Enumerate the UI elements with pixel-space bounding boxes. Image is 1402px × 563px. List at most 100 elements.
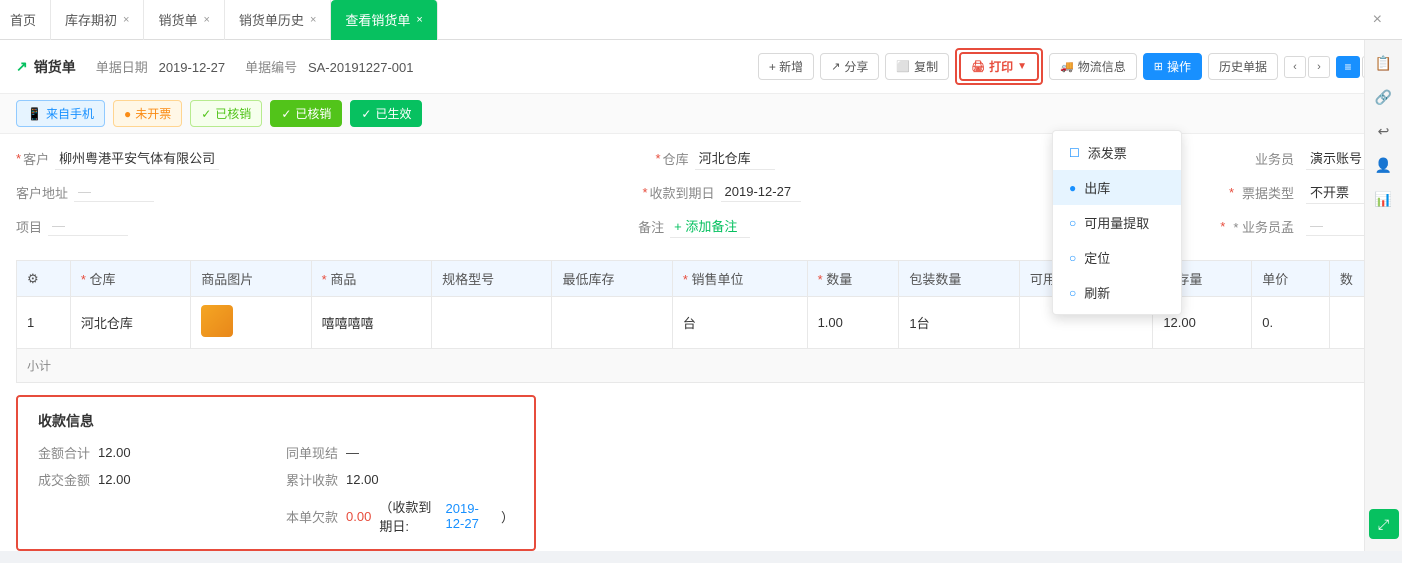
nav-arrows: ‹ ›: [1284, 56, 1330, 78]
close-tab-history[interactable]: ×: [310, 14, 316, 26]
phone-btn[interactable]: 📱 来自手机: [16, 100, 105, 127]
logistics-button[interactable]: 🚚 物流信息: [1049, 53, 1137, 80]
row-package-qty: 1台: [899, 297, 1019, 349]
product-thumbnail: [201, 305, 233, 337]
ship-out-icon: ●: [1069, 181, 1076, 195]
row-spec: [432, 297, 552, 349]
tab-view-sales[interactable]: 查看销货单 ×: [331, 0, 437, 40]
row-no: 1: [17, 297, 71, 349]
row-product: 嘻嘻嘻嘻: [311, 297, 431, 349]
col-unit-price: 单价: [1252, 261, 1330, 297]
history-button[interactable]: 历史单据: [1208, 53, 1278, 80]
doc-number: 单据编号 SA-20191227-001: [245, 57, 413, 76]
doc-meta: 单据日期 2019-12-27 单据编号 SA-20191227-001: [96, 57, 414, 76]
col-warehouse: 仓库: [70, 261, 190, 297]
share-button[interactable]: ↗ 分享: [820, 53, 879, 80]
cancel-icon: ✓: [281, 107, 291, 121]
row-min-stock: [552, 297, 672, 349]
next-arrow[interactable]: ›: [1308, 56, 1330, 78]
col-package-qty: 包装数量: [899, 261, 1019, 297]
menu-refresh[interactable]: ○ 刷新: [1053, 275, 1181, 310]
tab-inventory-init[interactable]: 库存期初 ×: [51, 0, 144, 40]
share-icon: ↗: [831, 60, 840, 73]
list-view-btn[interactable]: ≡: [1336, 56, 1360, 78]
sidebar-btn-2[interactable]: 🔗: [1369, 82, 1399, 112]
close-tab-sales[interactable]: ×: [203, 14, 209, 26]
col-product-image: 商品图片: [191, 261, 311, 297]
effective-icon: ✓: [361, 107, 371, 121]
col-quantity: 数量: [807, 261, 899, 297]
doc-header: ↗ 销货单 单据日期 2019-12-27 单据编号 SA-20191227-0…: [0, 40, 1402, 94]
doc-title: ↗ 销货单: [16, 57, 76, 77]
form-section: * 客户 柳州粤港平安气体有限公司 * 仓库 河北仓库 业务员 演示账号 客户地…: [0, 134, 1402, 260]
address-field: 客户地址 —: [16, 182, 602, 202]
col-sales-unit: 销售单位: [672, 261, 807, 297]
add-invoice-icon: ☐: [1069, 146, 1080, 160]
sidebar-btn-4[interactable]: 👤: [1369, 150, 1399, 180]
project-field: 项目 —: [16, 216, 598, 236]
tab-sales-order[interactable]: 销货单 ×: [144, 0, 224, 40]
operation-button[interactable]: ⊞ 操作: [1143, 53, 1202, 80]
ticket-icon: ●: [124, 107, 131, 121]
print-icon: 🖨: [971, 60, 985, 73]
date-label: 单据日期 2019-12-27: [96, 57, 225, 76]
row-product-image: [191, 297, 311, 349]
total-item: 金额合计 12.00: [38, 443, 266, 462]
sidebar-expand-btn[interactable]: ⤢: [1369, 509, 1399, 539]
check-icon: ✓: [201, 107, 211, 121]
salesperson-field: * * 业务员孟 —: [1220, 216, 1386, 236]
new-button[interactable]: + 新增: [758, 53, 814, 80]
copy-button[interactable]: ⬜ 复制: [885, 53, 949, 80]
menu-add-invoice[interactable]: ☐ 添发票: [1053, 135, 1181, 170]
menu-locate[interactable]: ○ 定位: [1053, 240, 1181, 275]
table-wrapper: ⚙ 仓库 商品图片 商品 规格型号 最低库存 销售单位 数量 包装数量 可用量 …: [0, 260, 1402, 383]
prev-arrow[interactable]: ‹: [1284, 56, 1306, 78]
col-spec: 规格型号: [432, 261, 552, 297]
print-highlight: 🖨 打印 ▼: [955, 48, 1043, 85]
phone-icon: 📱: [27, 107, 42, 121]
col-min-stock: 最低库存: [552, 261, 672, 297]
confirm-btn[interactable]: ✓ 已核销: [190, 100, 262, 127]
menu-ship-out[interactable]: ● 出库: [1053, 170, 1181, 205]
available-qty-icon: ○: [1069, 216, 1076, 230]
doc-icon: ↗: [16, 58, 28, 75]
sidebar-btn-1[interactable]: 📋: [1369, 48, 1399, 78]
transaction-item: 成交金额 12.00: [38, 470, 266, 489]
customer-field: * 客户 柳州粤港平安气体有限公司: [16, 146, 616, 170]
grid-icon: ⊞: [1154, 60, 1163, 73]
print-dropdown-icon: ▼: [1017, 61, 1027, 72]
close-tab-view[interactable]: ×: [416, 14, 422, 26]
cumulative-item: 累计收款 12.00: [286, 470, 514, 489]
right-sidebar: 📋 🔗 ↩ 👤 📊 ⤢: [1364, 40, 1402, 551]
settings-icon: ⚙: [27, 271, 39, 286]
row-quantity: 1.00: [807, 297, 899, 349]
payment-info-title: 收款信息: [38, 411, 514, 431]
toolbar: + 新增 ↗ 分享 ⬜ 复制 🖨 打印 ▼: [758, 48, 1386, 85]
ticket-type-field: * 票据类型 不开票: [1229, 180, 1386, 204]
main-content: ↗ 销货单 单据日期 2019-12-27 单据编号 SA-20191227-0…: [0, 40, 1402, 551]
payment-info-box: 收款信息 金额合计 12.00 同单现结 — 成交金额 12.00 累计收款 1…: [16, 395, 536, 551]
sidebar-btn-3[interactable]: ↩: [1369, 116, 1399, 146]
subtotal-label: 小计: [17, 349, 1386, 383]
cancelled-btn[interactable]: ✓ 已核销: [270, 100, 342, 127]
row-warehouse: 河北仓库: [70, 297, 190, 349]
second-toolbar: 📱 来自手机 ● 未开票 ✓ 已核销 ✓ 已核销 ✓ 已生效: [0, 94, 1402, 134]
tab-sales-history[interactable]: 销货单历史 ×: [225, 0, 331, 40]
print-button[interactable]: 🖨 打印 ▼: [959, 52, 1039, 81]
refresh-icon: ○: [1069, 286, 1076, 300]
balance-item: 本单欠款 0.00 （收款到期日: 2019-12-27 ）: [286, 497, 514, 535]
sidebar-btn-5[interactable]: 📊: [1369, 184, 1399, 214]
not-open-btn[interactable]: ● 未开票: [113, 100, 182, 127]
truck-icon: 🚚: [1060, 60, 1074, 73]
effective-btn[interactable]: ✓ 已生效: [350, 100, 422, 127]
locate-icon: ○: [1069, 251, 1076, 265]
col-product: 商品: [311, 261, 431, 297]
menu-available-qty[interactable]: ○ 可用量提取: [1053, 205, 1181, 240]
row-unit-price: 0.: [1252, 297, 1330, 349]
tab-bar: 首页 库存期初 × 销货单 × 销货单历史 × 查看销货单 × ×: [0, 0, 1402, 40]
close-tab-inventory[interactable]: ×: [123, 14, 129, 26]
payment-info-grid: 金额合计 12.00 同单现结 — 成交金额 12.00 累计收款 12.00: [38, 443, 514, 535]
col-settings[interactable]: ⚙: [17, 261, 71, 297]
close-all-tabs[interactable]: ×: [1363, 11, 1392, 29]
tab-home[interactable]: 首页: [10, 0, 51, 40]
